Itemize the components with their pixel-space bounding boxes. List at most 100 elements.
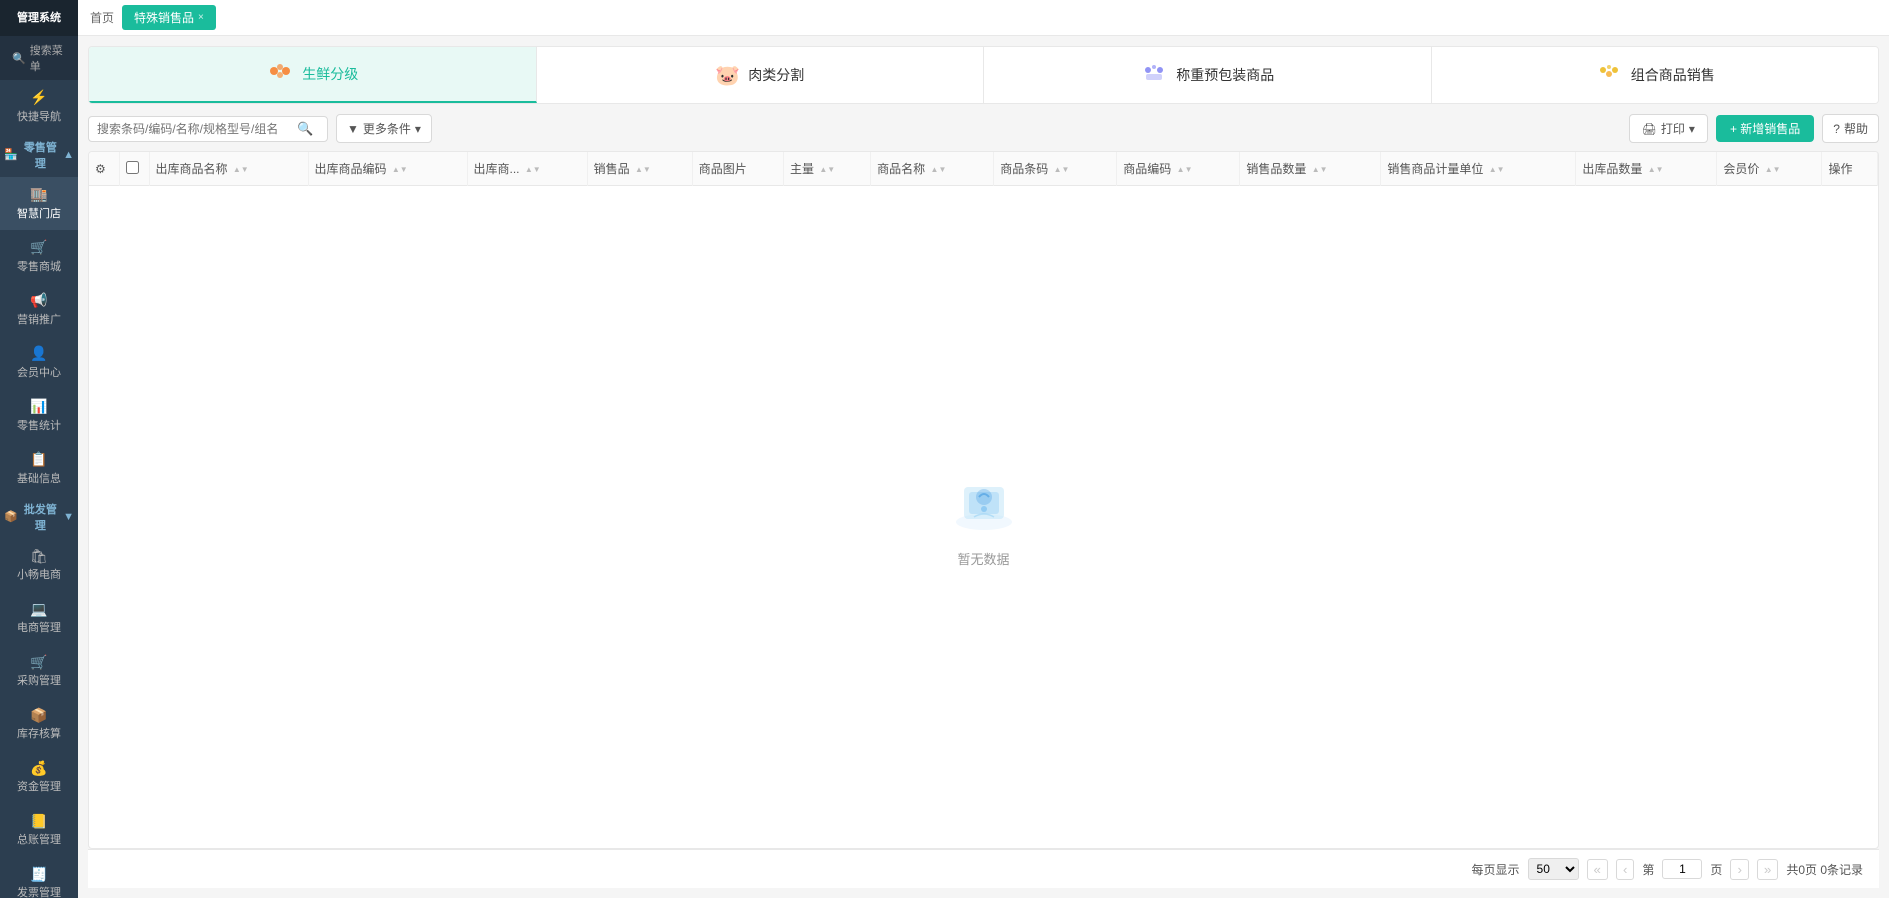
col-sale-unit[interactable]: 销售商品计量单位 ▲▼: [1381, 152, 1576, 186]
search-box[interactable]: 🔍: [88, 116, 328, 142]
retail-mgmt-icon: 🏪: [4, 148, 18, 161]
page-unit-label: 页: [1710, 861, 1722, 878]
filter-button[interactable]: ▼ 更多条件 ▾: [336, 114, 432, 143]
col-out-code[interactable]: 出库商品编码 ▲▼: [308, 152, 467, 186]
sidebar-item-smart-store[interactable]: 🏬 智慧门店: [0, 177, 78, 230]
col-member-price[interactable]: 会员价 ▲▼: [1717, 152, 1822, 186]
col-barcode[interactable]: 商品条码 ▲▼: [994, 152, 1117, 186]
sidebar-item-label: 会员中心: [17, 367, 61, 379]
toolbar-right: 🖨 打印 ▾ + 新增销售品 ? 帮助: [1629, 114, 1879, 143]
col-out-name-label: 出库商品名称: [156, 162, 228, 176]
col-out-spec[interactable]: 出库商... ▲▼: [467, 152, 587, 186]
fund-mgmt-icon: 💰: [4, 759, 74, 779]
col-sale-qty[interactable]: 销售品数量 ▲▼: [1240, 152, 1381, 186]
basic-info-icon: 📋: [4, 450, 74, 470]
smart-store-icon: 🏬: [4, 185, 74, 205]
col-out-code-label: 出库商品编码: [315, 162, 387, 176]
meat-cut-icon: 🐷: [715, 63, 740, 88]
inventory-icon: 📦: [4, 706, 74, 726]
print-label: 打印: [1661, 120, 1685, 137]
col-out-name[interactable]: 出库商品名称 ▲▼: [149, 152, 308, 186]
add-sale-button[interactable]: + 新增销售品: [1716, 115, 1814, 142]
last-page-button[interactable]: »: [1757, 859, 1778, 880]
data-table: ⚙ 出库商品名称 ▲▼ 出库商品编码 ▲▼ 出库: [89, 152, 1878, 186]
retail-mall-icon: 🛒: [4, 238, 74, 258]
sidebar-item-basic-info[interactable]: 📋 基础信息: [0, 442, 78, 495]
select-all-checkbox[interactable]: [126, 161, 139, 174]
tab-fresh-grade[interactable]: 生鲜分级: [89, 47, 537, 103]
sort-icons: ▲▼: [819, 165, 835, 174]
purchase-mgmt-icon: 🛒: [4, 653, 74, 673]
sidebar-item-label: 总账管理: [17, 834, 61, 846]
sidebar-item-label: 基础信息: [17, 473, 61, 485]
search-input[interactable]: [97, 122, 297, 136]
sidebar-item-purchase-mgmt[interactable]: 🛒 采购管理: [0, 645, 78, 698]
col-main-qty[interactable]: 主量 ▲▼: [784, 152, 871, 186]
col-out-qty[interactable]: 出库品数量 ▲▼: [1576, 152, 1717, 186]
col-sale-unit-label: 销售商品计量单位: [1387, 162, 1483, 176]
col-checkbox[interactable]: [119, 152, 149, 186]
member-center-icon: 👤: [4, 344, 74, 364]
sidebar-item-sales-promo[interactable]: 📢 营销推广: [0, 283, 78, 336]
prev-page-button[interactable]: ‹: [1616, 859, 1634, 880]
sidebar: 管理系统 🔍 搜索菜单 ⚡ 快捷导航 🏪 零售管理 ▲ 🏬 智慧门店 🛒 零售商…: [0, 0, 78, 898]
sidebar-item-inventory[interactable]: 📦 库存核算: [0, 698, 78, 751]
print-arrow-icon: ▾: [1689, 122, 1695, 136]
col-product-code[interactable]: 商品编码 ▲▼: [1117, 152, 1240, 186]
sidebar-item-invoice-mgmt[interactable]: 🧾 发票管理: [0, 857, 78, 898]
sidebar-item-retail-stats[interactable]: 📊 零售统计: [0, 389, 78, 442]
sidebar-item-ecom-mgmt[interactable]: 💻 电商管理: [0, 592, 78, 645]
sidebar-item-member-center[interactable]: 👤 会员中心: [0, 336, 78, 389]
col-sale-item[interactable]: 销售品 ▲▼: [587, 152, 692, 186]
close-tab-button[interactable]: ×: [198, 12, 204, 23]
home-breadcrumb[interactable]: 首页: [90, 9, 114, 26]
help-button[interactable]: ? 帮助: [1822, 114, 1879, 143]
retail-stats-icon: 📊: [4, 397, 74, 417]
col-image-label: 商品图片: [699, 162, 747, 176]
sort-icons: ▲▼: [392, 165, 408, 174]
tab-combo-sale[interactable]: 组合商品销售: [1432, 47, 1879, 103]
fresh-grade-label: 生鲜分级: [302, 64, 358, 84]
sort-icons: ▲▼: [1648, 165, 1664, 174]
sidebar-item-general-ledger[interactable]: 📒 总账管理: [0, 804, 78, 857]
col-image: 商品图片: [692, 152, 783, 186]
col-settings[interactable]: ⚙: [89, 152, 119, 186]
main-area: 首页 特殊销售品 × 生鲜分级 🐷 肉: [78, 0, 1889, 898]
tab-meat-cut[interactable]: 🐷 肉类分割: [537, 47, 985, 103]
empty-state-text: 暂无数据: [957, 549, 1009, 568]
page-content: 生鲜分级 🐷 肉类分割 称重预包装商品: [78, 36, 1889, 898]
next-page-button[interactable]: ›: [1730, 859, 1748, 880]
total-records-label: 共0页 0条记录: [1786, 861, 1863, 878]
sidebar-item-fund-mgmt[interactable]: 💰 资金管理: [0, 751, 78, 804]
table-container: ⚙ 出库商品名称 ▲▼ 出库商品编码 ▲▼ 出库: [88, 151, 1879, 849]
sidebar-logo: 管理系统: [0, 0, 78, 36]
sidebar-item-retail-mgmt[interactable]: 🏪 零售管理 ▲: [0, 133, 78, 177]
sidebar-search[interactable]: 🔍 搜索菜单: [0, 36, 78, 80]
category-tabs: 生鲜分级 🐷 肉类分割 称重预包装商品: [88, 46, 1879, 104]
col-barcode-label: 商品条码: [1000, 162, 1048, 176]
col-product-name[interactable]: 商品名称 ▲▼: [871, 152, 994, 186]
sidebar-item-label: 零售统计: [17, 420, 61, 432]
sidebar-item-mini-ecom[interactable]: 🛍 小畅电商: [0, 539, 78, 592]
sidebar-item-batch-mgmt[interactable]: 📦 批发管理 ▼: [0, 495, 78, 539]
sidebar-item-label: 营销推广: [17, 314, 61, 326]
col-sale-item-label: 销售品: [594, 162, 630, 176]
sort-icons: ▲▼: [233, 165, 249, 174]
page-number-input[interactable]: [1662, 859, 1702, 879]
sidebar-item-quick-nav[interactable]: ⚡ 快捷导航: [0, 80, 78, 133]
sort-icons: ▲▼: [1054, 165, 1070, 174]
search-icon[interactable]: 🔍: [297, 121, 313, 137]
sales-promo-icon: 📢: [4, 291, 74, 311]
sidebar-item-retail-mall[interactable]: 🛒 零售商城: [0, 230, 78, 283]
col-product-name-label: 商品名称: [877, 162, 925, 176]
goto-page-label: 第: [1642, 861, 1654, 878]
active-tab[interactable]: 特殊销售品 ×: [122, 5, 216, 30]
tab-weight-prepack[interactable]: 称重预包装商品: [984, 47, 1432, 103]
meat-cut-label: 肉类分割: [748, 65, 804, 85]
page-size-select[interactable]: 20 50 100: [1528, 858, 1579, 880]
sidebar-item-label: 零售商城: [17, 261, 61, 273]
col-out-qty-label: 出库品数量: [1582, 162, 1642, 176]
first-page-button[interactable]: «: [1587, 859, 1608, 880]
print-button[interactable]: 🖨 打印 ▾: [1629, 114, 1708, 143]
help-icon: ?: [1833, 122, 1840, 136]
